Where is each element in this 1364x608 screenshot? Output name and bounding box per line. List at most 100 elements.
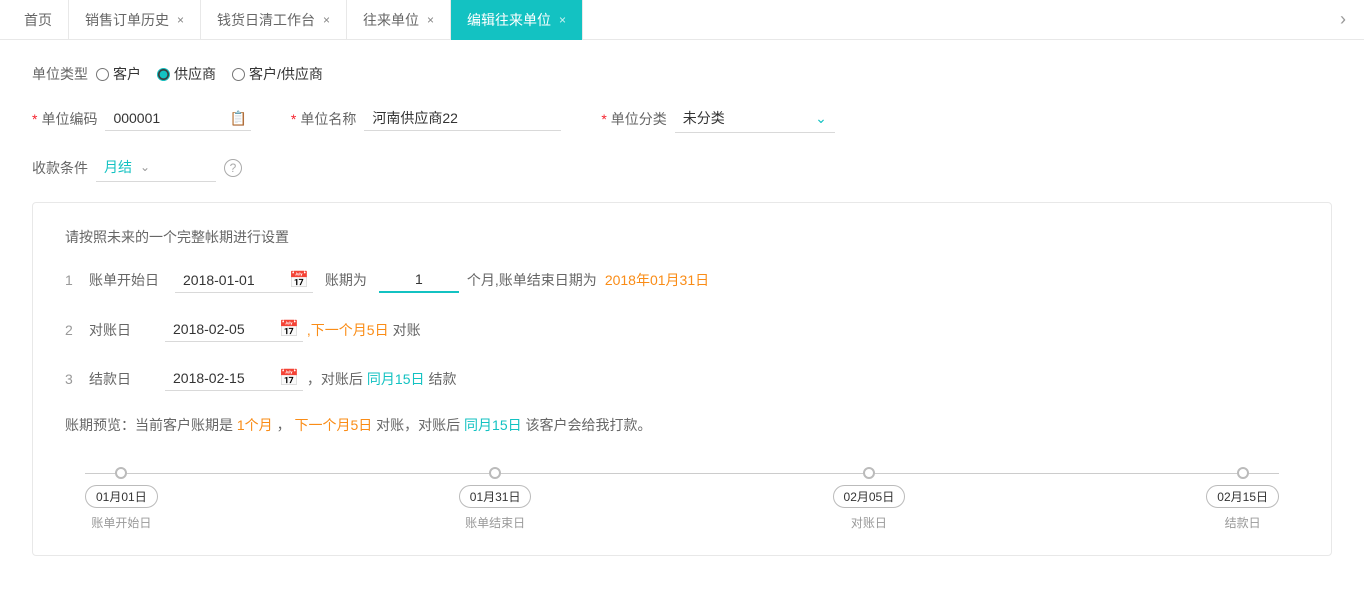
- unit-category-value: 未分类: [683, 108, 815, 128]
- close-icon[interactable]: ×: [323, 13, 330, 27]
- tab-cash-goods-workbench[interactable]: 钱货日清工作台 ×: [201, 0, 347, 40]
- chevron-down-icon: ⌄: [815, 110, 827, 127]
- tab-cash-goods-workbench-label: 钱货日清工作台: [217, 10, 315, 30]
- reconcile-suffix-orange: ,下一个月5日: [307, 320, 389, 340]
- unit-category-label: 单位分类: [611, 109, 667, 129]
- row-num-2: 2: [65, 322, 89, 338]
- timeline-badge-4: 02月15日: [1206, 485, 1279, 508]
- row-label-1: 账单开始日: [89, 270, 159, 290]
- end-date-display: 2018年01月31日: [605, 270, 709, 290]
- timeline-node-2: 01月31日 账单结束日: [459, 467, 532, 531]
- payment-suffix: 结款: [429, 369, 457, 389]
- unit-name-label: 单位名称: [300, 109, 356, 129]
- reconcile-date-input[interactable]: [165, 317, 275, 341]
- preview-end: 该客户会给我打款。: [526, 417, 652, 433]
- timeline-desc-3: 对账日: [851, 514, 887, 531]
- tab-sales-order-history-label: 销售订单历史: [85, 10, 169, 30]
- period-suffix: 个月,账单结束日期为: [467, 270, 597, 290]
- preview-reconcile-suffix: 对账，对账后: [376, 417, 460, 433]
- payment-date-input[interactable]: [165, 366, 275, 390]
- main-content: 单位类型 客户 供应商 客户/供应商 * 单位编码: [0, 40, 1364, 608]
- preview-period: 1个月: [237, 417, 273, 433]
- preview-payment-day: 同月15日: [464, 417, 522, 433]
- timeline-dot-1: [115, 467, 127, 479]
- preview-comma: ，: [277, 417, 291, 433]
- radio-customer[interactable]: 客户: [96, 64, 141, 84]
- tab-sales-order-history[interactable]: 销售订单历史 ×: [69, 0, 201, 40]
- payment-term-select[interactable]: 月结 ⌄: [96, 153, 216, 182]
- timeline-node-1: 01月01日 账单开始日: [85, 467, 158, 531]
- unit-code-item: * 单位编码 📋: [32, 106, 251, 131]
- date-input-3: 📅: [165, 366, 303, 391]
- close-icon[interactable]: ×: [177, 13, 184, 27]
- period-input[interactable]: [379, 267, 459, 293]
- timeline-node-4: 02月15日 结款日: [1206, 467, 1279, 531]
- tab-partner-units[interactable]: 往来单位 ×: [347, 0, 451, 40]
- timeline-dot-3: [863, 467, 875, 479]
- row-item-1: 1 账单开始日 📅 账期为 个月,账单结束日期为 2018年01月31日: [65, 267, 1299, 293]
- radio-customer-label: 客户: [113, 64, 141, 84]
- unit-type-radio-group: 客户 供应商 客户/供应商: [96, 64, 323, 84]
- timeline-desc-4: 结款日: [1225, 514, 1261, 531]
- unit-type-label: 单位类型: [32, 64, 88, 84]
- calendar-icon-1[interactable]: 📅: [285, 270, 313, 290]
- radio-supplier-label: 供应商: [174, 64, 216, 84]
- payment-term-value: 月结: [104, 157, 132, 177]
- timeline-desc-2: 账单结束日: [465, 514, 525, 531]
- code-name-category-row: * 单位编码 📋 * 单位名称 * 单位分类 未分类 ⌄: [32, 104, 1332, 133]
- settings-box: 请按照未来的一个完整帐期进行设置 1 账单开始日 📅 账期为 个月,账单结束日期…: [32, 202, 1332, 556]
- unit-code-input-wrapper: 📋: [105, 106, 250, 131]
- copy-icon[interactable]: 📋: [225, 110, 250, 127]
- tab-home[interactable]: 首页: [8, 0, 69, 40]
- timeline-desc-1: 账单开始日: [91, 514, 151, 531]
- payment-term-item: 收款条件 月结 ⌄ ?: [32, 153, 242, 182]
- box-hint: 请按照未来的一个完整帐期进行设置: [65, 227, 1299, 247]
- payment-term-row: 收款条件 月结 ⌄ ?: [32, 153, 1332, 182]
- calendar-icon-3[interactable]: 📅: [275, 368, 303, 388]
- timeline-container: 01月01日 账单开始日 01月31日 账单结束日 02月05日 对账日 02月…: [65, 459, 1299, 531]
- radio-customer-input[interactable]: [96, 68, 109, 81]
- unit-code-label: 单位编码: [41, 109, 97, 129]
- timeline-dot-4: [1237, 467, 1249, 479]
- chevron-down-icon: ⌄: [140, 160, 150, 174]
- radio-customer-supplier[interactable]: 客户/供应商: [232, 64, 323, 84]
- timeline-node-3: 02月05日 对账日: [833, 467, 906, 531]
- help-icon[interactable]: ?: [224, 159, 242, 177]
- payment-prefix: ，对账后: [307, 369, 363, 389]
- timeline-badge-1: 01月01日: [85, 485, 158, 508]
- unit-name-input[interactable]: [364, 106, 561, 131]
- tab-edit-partner-unit[interactable]: 编辑往来单位 ×: [451, 0, 583, 40]
- calendar-icon-2[interactable]: 📅: [275, 319, 303, 339]
- start-date-input[interactable]: [175, 268, 285, 292]
- unit-type-item: 单位类型 客户 供应商 客户/供应商: [32, 64, 323, 84]
- reconcile-suffix-normal: 对账: [393, 320, 421, 340]
- tab-home-label: 首页: [24, 10, 52, 30]
- unit-name-required-star: *: [291, 111, 296, 127]
- unit-name-item: * 单位名称: [291, 106, 561, 131]
- tab-partner-units-label: 往来单位: [363, 10, 419, 30]
- unit-category-item: * 单位分类 未分类 ⌄: [601, 104, 834, 133]
- row-num-3: 3: [65, 371, 89, 387]
- close-icon[interactable]: ×: [427, 13, 434, 27]
- timeline-badge-2: 01月31日: [459, 485, 532, 508]
- payment-term-label: 收款条件: [32, 158, 88, 178]
- radio-customer-supplier-input[interactable]: [232, 68, 245, 81]
- date-input-2: 📅: [165, 317, 303, 342]
- tab-more-button[interactable]: ›: [1330, 9, 1356, 30]
- row-num-1: 1: [65, 272, 89, 288]
- radio-supplier-input[interactable]: [157, 68, 170, 81]
- period-label: 账期为: [325, 270, 367, 290]
- row-item-2: 2 对账日 📅 ,下一个月5日 对账: [65, 317, 1299, 342]
- unit-code-input[interactable]: [105, 106, 225, 130]
- row-label-3: 结款日: [89, 369, 149, 389]
- unit-type-row: 单位类型 客户 供应商 客户/供应商: [32, 64, 1332, 84]
- unit-category-required-star: *: [601, 111, 606, 127]
- unit-category-select[interactable]: 未分类 ⌄: [675, 104, 835, 133]
- preview-text: 账期预览：当前客户账期是 1个月 ， 下一个月5日 对账，对账后 同月15日 该…: [65, 415, 1299, 435]
- preview-reconcile-day: 下一个月5日: [294, 417, 372, 433]
- radio-supplier[interactable]: 供应商: [157, 64, 216, 84]
- unit-code-required-star: *: [32, 111, 37, 127]
- timeline-dot-2: [489, 467, 501, 479]
- timeline-nodes: 01月01日 账单开始日 01月31日 账单结束日 02月05日 对账日 02月…: [85, 467, 1279, 531]
- close-icon[interactable]: ×: [559, 13, 566, 27]
